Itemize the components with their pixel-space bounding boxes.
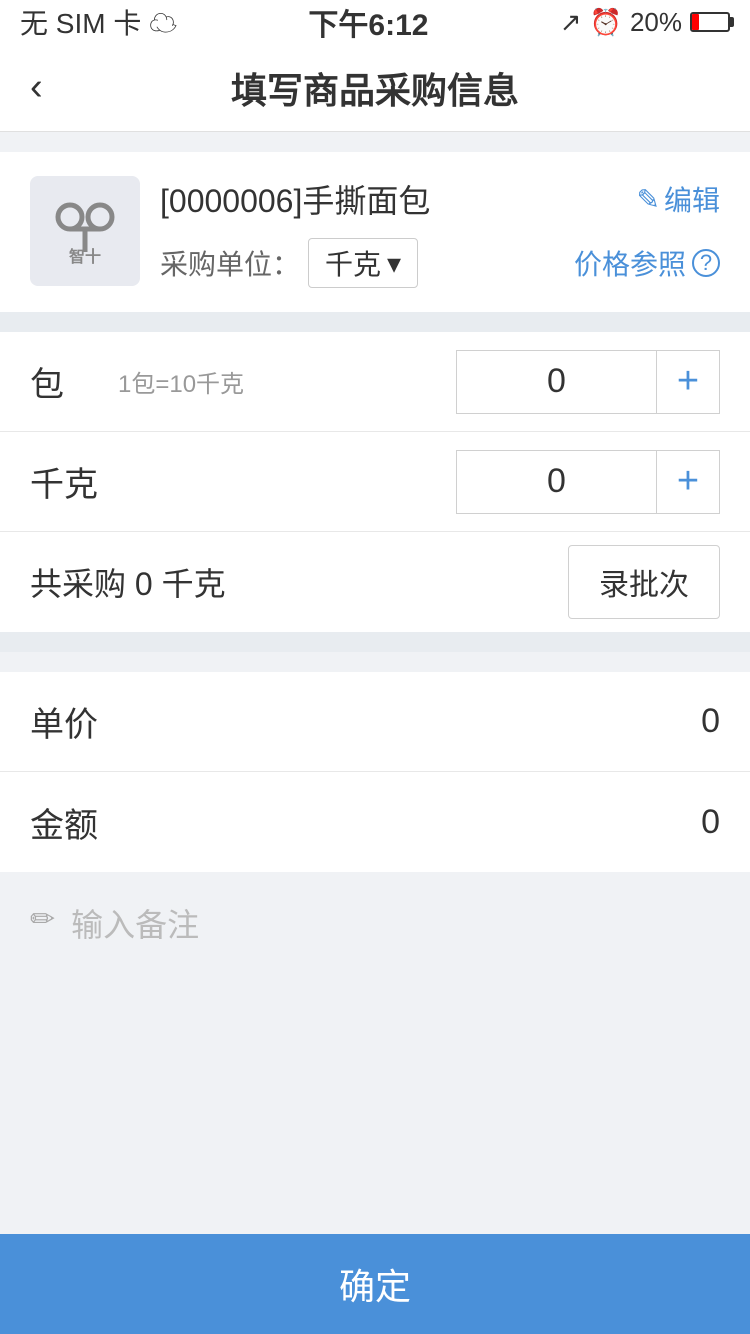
- status-bar: 无 SIM 卡 ☁ 下午6:12 ↗ ⏰ 20%: [0, 0, 750, 44]
- battery-percent: 20%: [630, 7, 682, 38]
- bag-label: 包: [30, 357, 110, 406]
- amount-value: 0: [701, 803, 720, 842]
- bag-quantity-input[interactable]: [456, 350, 656, 414]
- help-icon: ?: [692, 249, 720, 277]
- unit-label: 采购单位： 千克 ▾: [160, 238, 418, 288]
- kg-input-right: +: [456, 450, 720, 514]
- bag-sublabel: 1包=10千克: [118, 364, 244, 399]
- edit-icon: ✎: [637, 183, 660, 216]
- sim-status: 无 SIM 卡 ☁: [20, 2, 177, 42]
- pencil-icon: ✏: [30, 902, 55, 937]
- bag-plus-button[interactable]: +: [656, 350, 720, 414]
- alarm-icon: ⏰: [590, 7, 622, 38]
- unit-price-value: 0: [701, 702, 720, 741]
- edit-button[interactable]: ✎ 编辑: [637, 179, 720, 219]
- amount-row: 金额 0: [0, 772, 750, 872]
- unit-price-label: 单价: [30, 697, 98, 746]
- kg-plus-button[interactable]: +: [656, 450, 720, 514]
- quantity-section: 包 1包=10千克 + 千克 +: [0, 332, 750, 532]
- product-logo: 智十: [45, 187, 125, 276]
- bag-input-right: +: [456, 350, 720, 414]
- price-section: 单价 0 金额 0: [0, 672, 750, 872]
- status-time: 下午6:12: [308, 0, 428, 44]
- kg-input-row: 千克 +: [0, 432, 750, 532]
- product-name: [0000006]手撕面包: [160, 176, 430, 222]
- price-ref-button[interactable]: 价格参照 ?: [574, 243, 720, 283]
- section-divider-2: [0, 632, 750, 652]
- product-unit-row: 采购单位： 千克 ▾ 价格参照 ?: [160, 238, 720, 288]
- section-divider-1: [0, 312, 750, 332]
- notes-section[interactable]: ✏ 输入备注: [0, 872, 750, 1272]
- price-ref-label: 价格参照: [574, 243, 686, 283]
- unit-select[interactable]: 千克 ▾: [308, 238, 418, 288]
- confirm-button[interactable]: 确定: [0, 1234, 750, 1334]
- kg-label: 千克: [30, 457, 110, 506]
- edit-label: 编辑: [664, 179, 720, 219]
- summary-row: 共采购 0 千克 录批次: [0, 532, 750, 632]
- nav-bar: ‹ 填写商品采购信息: [0, 44, 750, 132]
- batch-button[interactable]: 录批次: [568, 545, 720, 619]
- product-info: [0000006]手撕面包 ✎ 编辑 采购单位： 千克 ▾ 价格参照 ?: [160, 176, 720, 288]
- battery-icon: [690, 12, 730, 32]
- unit-value: 千克: [325, 243, 381, 283]
- page-title: 填写商品采购信息: [231, 62, 519, 114]
- amount-label: 金额: [30, 798, 98, 847]
- back-button[interactable]: ‹: [30, 56, 63, 119]
- product-image: 智十: [30, 176, 140, 286]
- unit-price-row: 单价 0: [0, 672, 750, 772]
- location-icon: ↗: [560, 7, 582, 38]
- notes-placeholder: 输入备注: [71, 900, 199, 946]
- status-right: ↗ ⏰ 20%: [560, 7, 730, 38]
- summary-text: 共采购 0 千克: [30, 559, 226, 605]
- status-left: 无 SIM 卡 ☁: [20, 2, 177, 42]
- bag-input-row: 包 1包=10千克 +: [0, 332, 750, 432]
- product-header: [0000006]手撕面包 ✎ 编辑: [160, 176, 720, 222]
- svg-text:智十: 智十: [69, 247, 101, 266]
- dropdown-icon: ▾: [387, 247, 401, 280]
- kg-quantity-input[interactable]: [456, 450, 656, 514]
- product-card: 智十 [0000006]手撕面包 ✎ 编辑 采购单位： 千克 ▾ 价格参照 ?: [0, 152, 750, 312]
